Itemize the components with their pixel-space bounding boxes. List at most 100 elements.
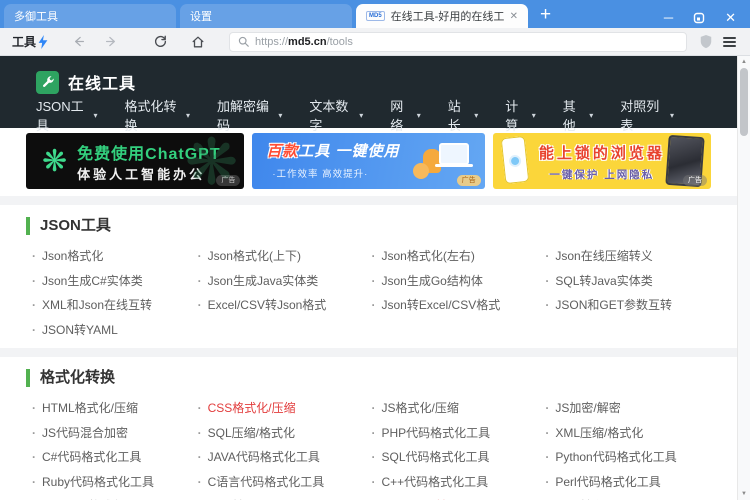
tool-link[interactable]: ·JS代码混合加密 (32, 421, 198, 446)
tool-link-label: Json生成C#实体类 (42, 274, 143, 288)
tool-section-1: 格式化转换·HTML格式化/压缩·CSS格式化/压缩·JS格式化/压缩·JS加密… (0, 357, 737, 500)
home-button[interactable] (191, 35, 205, 49)
tool-link[interactable]: ·C#代码格式化工具 (32, 445, 198, 470)
tool-link[interactable]: ·Ruby代码格式化工具 (32, 470, 198, 495)
tool-link[interactable]: ·Perl代码格式化工具 (545, 470, 711, 495)
nav-item-4[interactable]: 网络▾ (390, 96, 421, 134)
nav-item-8[interactable]: 对照列表▾ (620, 96, 674, 134)
menu-button[interactable] (723, 37, 736, 47)
url-scheme: https:// (255, 36, 288, 48)
browser-tab-active[interactable]: MD5 在线工具-好用的在线工具都... ✕ (356, 4, 528, 28)
tool-grid: ·Json格式化·Json格式化(上下)·Json格式化(左右)·Json在线压… (26, 244, 711, 342)
bullet-icon: · (32, 323, 36, 337)
refresh-button[interactable] (154, 35, 167, 48)
scroll-down-icon[interactable]: ▼ (738, 491, 750, 497)
tool-link-label: HTML格式化/压缩 (42, 401, 138, 415)
tool-link[interactable]: ·SQL转Java实体类 (545, 269, 711, 294)
tool-link-label: JSON转YAML (42, 323, 118, 337)
bullet-icon: · (545, 401, 549, 415)
tool-link[interactable]: ·JS加密/解密 (545, 396, 711, 421)
tool-link[interactable]: ·Json格式化(左右) (372, 244, 546, 269)
tool-link[interactable]: ·SQL代码格式化工具 (372, 445, 546, 470)
tool-link[interactable]: · HTML格式化/压缩 (32, 396, 198, 421)
tool-link-label: JSON和GET参数互转 (555, 298, 672, 312)
tool-link-label: Json生成Java实体类 (208, 274, 319, 288)
tool-link[interactable]: ·C++代码格式化工具 (372, 470, 546, 495)
tool-link[interactable]: ·Json生成Go结构体 (372, 269, 546, 294)
browser-tab-1[interactable]: 多御工具 (4, 4, 176, 28)
tool-link[interactable]: ·Json在线压缩转义 (545, 244, 711, 269)
tool-link-label: Perl代码格式化工具 (555, 475, 660, 489)
nav-item-0[interactable]: JSON工具▾ (36, 96, 98, 134)
tool-link[interactable]: ·PHP代码格式化工具 (372, 421, 546, 446)
tool-link[interactable]: ·C语言代码格式化工具 (198, 470, 372, 495)
shield-icon[interactable] (699, 34, 713, 49)
site-logo[interactable]: 在线工具 (36, 66, 701, 98)
tool-link[interactable]: ·VBScript格式化工具 (32, 494, 198, 500)
tool-grid: · HTML格式化/压缩 ·CSS格式化/压缩·JS格式化/压缩·JS加密/解密 ·J… (26, 396, 711, 500)
tab-close-icon[interactable]: ✕ (510, 11, 518, 22)
nav-item-label: 文本数字 (309, 96, 355, 134)
bullet-icon: · (32, 401, 36, 415)
chevron-down-icon: ▾ (474, 111, 478, 120)
nav-item-6[interactable]: 计算▾ (505, 96, 536, 134)
tab-title: 多御工具 (14, 8, 166, 24)
chevron-down-icon: ▾ (359, 111, 363, 120)
tool-link-label: C#代码格式化工具 (42, 450, 141, 464)
restore-button[interactable] (693, 12, 705, 24)
bullet-icon: · (545, 426, 549, 440)
nav-item-label: 站长 (448, 96, 470, 134)
bullet-icon: · (198, 249, 202, 263)
tool-link[interactable]: ·JS格式化/压缩 (372, 396, 546, 421)
site-nav-menu: JSON工具▾格式化转换▾加解密编码▾文本数字▾网络▾站长▾计算▾其他▾对照列表… (36, 100, 701, 130)
close-window-button[interactable]: ✕ (725, 11, 736, 24)
tool-link[interactable]: ·Html转JS (198, 494, 372, 500)
bullet-icon: · (372, 450, 376, 464)
banner-tools[interactable]: 百款工具 一键使用 ·工作效率 高效提升· 广告 (252, 133, 484, 189)
tool-link[interactable]: ·Html/JS互转 (372, 494, 546, 500)
tool-link[interactable]: ·JAVA代码格式化工具 (198, 445, 372, 470)
tool-link[interactable]: ·XML和Json在线互转 (32, 293, 198, 318)
banner-browser[interactable]: 能上锁的浏览器 一键保护 上网隐私 广告 (493, 133, 711, 189)
tool-link[interactable]: ·Json格式化(上下) (198, 244, 372, 269)
tool-link[interactable]: · JSON转YAML (32, 318, 198, 343)
nav-item-3[interactable]: 文本数字 ▾ (309, 96, 363, 134)
banner-chatgpt[interactable]: ❋ ❋ 免费使用ChatGPT 体验人工智能办公 广告 (26, 133, 244, 189)
tab-title: 在线工具-好用的在线工具都... (391, 8, 504, 24)
browser-tab-2[interactable]: 设置 (180, 4, 352, 28)
tool-link[interactable]: ·Json格式化 (32, 244, 198, 269)
browser-toolbar: 工具 https://md5.cn/tools (0, 28, 750, 56)
tool-link[interactable]: ·Json转Excel/CSV格式 (372, 293, 546, 318)
bullet-icon: · (198, 426, 202, 440)
tool-link-label: Json生成Go结构体 (382, 274, 483, 288)
back-button[interactable] (72, 35, 85, 48)
openai-logo-icon: ❋ (42, 144, 67, 179)
tool-link[interactable]: ·Html转义工具 (545, 494, 711, 500)
scrollbar[interactable]: ▲ ▼ (737, 56, 750, 500)
scroll-up-icon[interactable]: ▲ (738, 59, 750, 65)
tool-link[interactable]: ·XML压缩/格式化 (545, 421, 711, 446)
address-bar[interactable]: https://md5.cn/tools (229, 32, 687, 52)
minimize-button[interactable]: ─ (664, 11, 673, 24)
tool-link[interactable]: · Json生成Java实体类 (198, 269, 372, 294)
tool-link[interactable]: ·SQL压缩/格式化 (198, 421, 372, 446)
nav-item-5[interactable]: 站长 ▾ (448, 96, 479, 134)
forward-button[interactable] (105, 35, 118, 48)
tool-link[interactable]: ·CSS格式化/压缩 (198, 396, 372, 421)
nav-item-1[interactable]: 格式化转换▾ (125, 96, 190, 134)
new-tab-button[interactable]: + (540, 5, 551, 25)
tool-link[interactable]: ·Json生成C#实体类 (32, 269, 198, 294)
nav-item-7[interactable]: 其他▾ (563, 96, 594, 134)
scrollbar-thumb[interactable] (740, 68, 748, 136)
tool-link[interactable]: ·Python代码格式化工具 (545, 445, 711, 470)
ad-badge: 广告 (457, 175, 481, 186)
tool-sections: JSON工具·Json格式化·Json格式化(上下)·Json格式化(左右)·J… (0, 196, 737, 500)
phone-illustration (500, 136, 529, 184)
tool-link[interactable]: · JSON和GET参数互转 (545, 293, 711, 318)
tool-link[interactable]: ·Excel/CSV转Json格式 (198, 293, 372, 318)
banner-row: ❋ ❋ 免费使用ChatGPT 体验人工智能办公 广告 百款工具 一键使用 ·工… (26, 133, 711, 189)
bullet-icon: · (198, 475, 202, 489)
bullet-icon: · (545, 298, 549, 312)
nav-item-2[interactable]: 加解密编码▾ (217, 96, 282, 134)
bullet-icon: · (198, 274, 202, 288)
